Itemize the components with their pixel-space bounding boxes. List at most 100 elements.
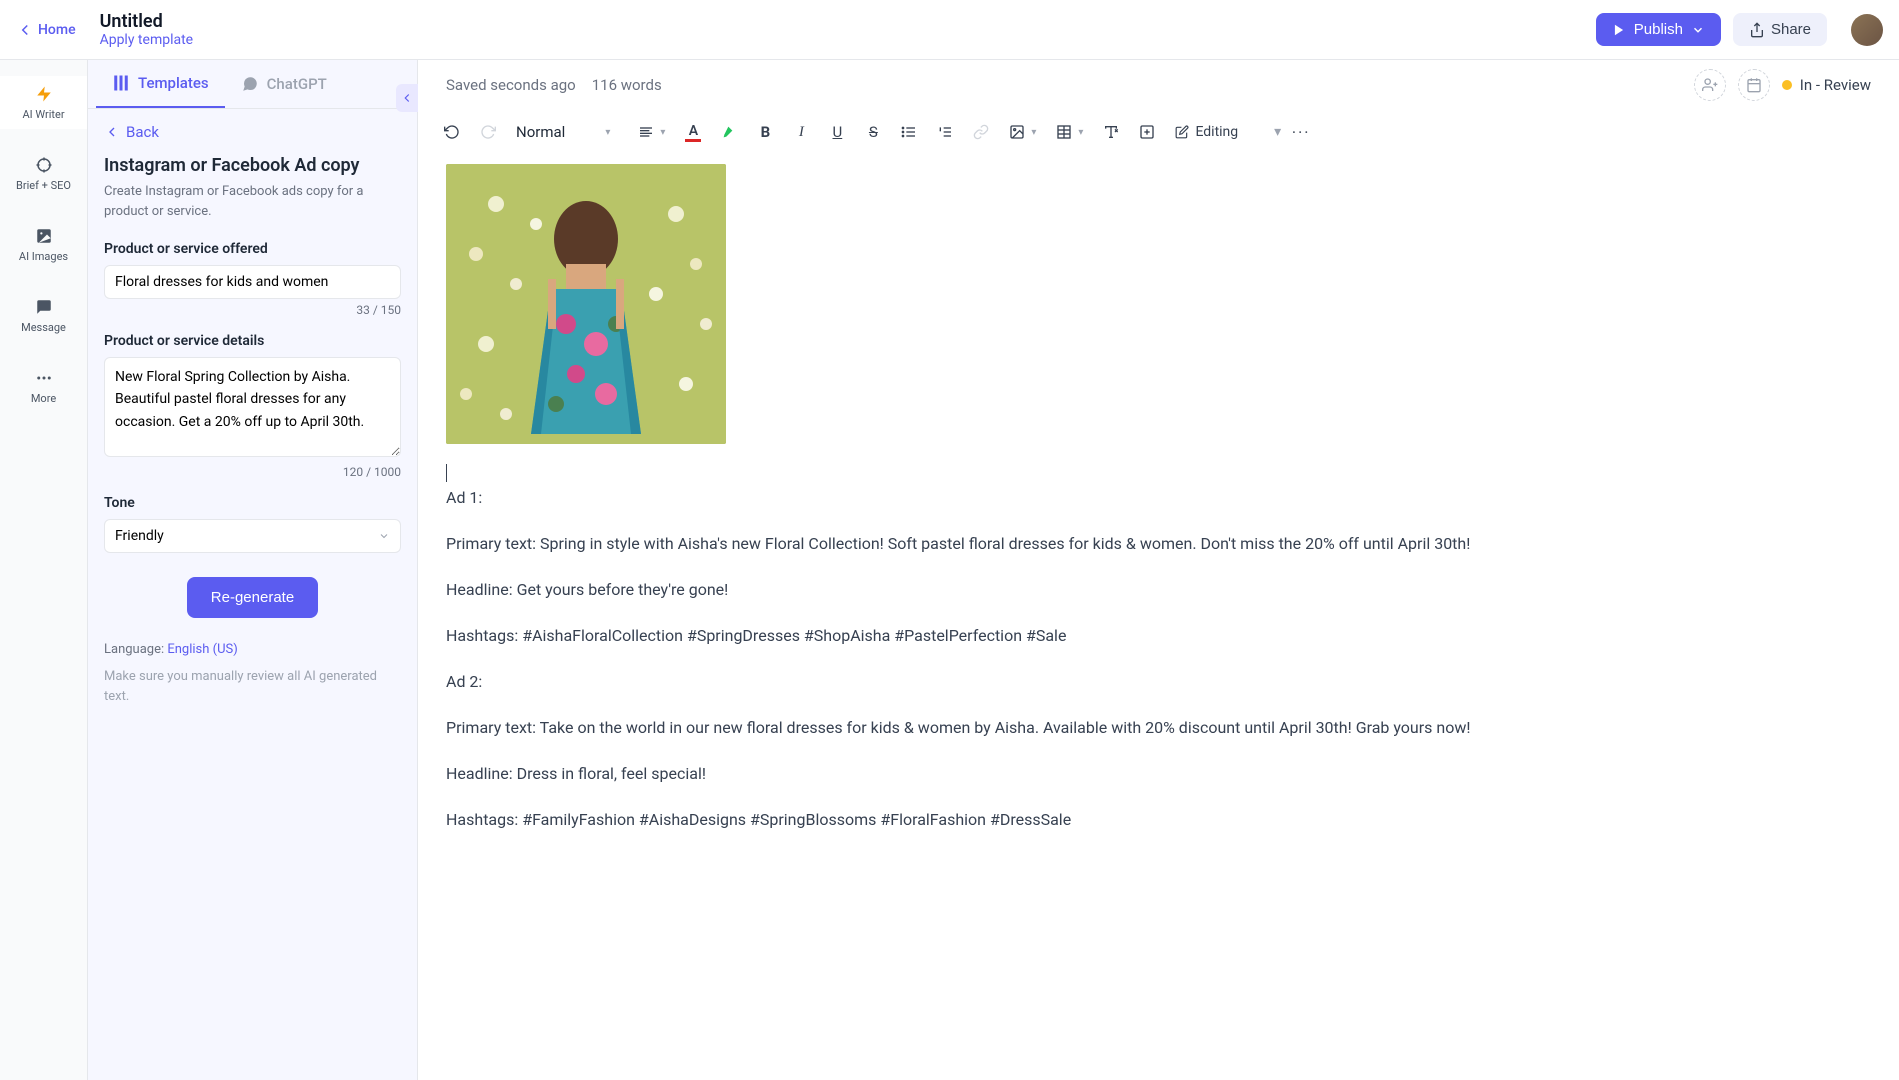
topbar: Home Untitled Apply template Publish Sha…	[0, 0, 1899, 60]
undo-icon	[444, 124, 460, 140]
status-dot	[1782, 80, 1792, 90]
topbar-actions: Publish Share	[1596, 13, 1883, 46]
language-link[interactable]: English (US)	[167, 642, 237, 657]
chevron-down-icon: ▾	[605, 127, 610, 138]
editing-label: Editing	[1195, 124, 1238, 140]
calendar-icon	[1746, 77, 1762, 93]
target-icon	[34, 155, 54, 175]
chevron-left-icon	[400, 91, 414, 105]
doc-paragraph: Ad 1:	[446, 486, 1871, 510]
chevron-down-icon: ▾	[1274, 124, 1281, 140]
editor-header-right: In - Review	[1694, 69, 1871, 101]
field2-label: Product or service details	[104, 333, 401, 349]
add-user-button[interactable]	[1694, 69, 1726, 101]
align-button[interactable]	[630, 116, 662, 148]
chevron-down-icon: ▾	[1031, 127, 1036, 138]
more-toolbar-button[interactable]: ···	[1285, 116, 1317, 148]
nav-ai-images[interactable]: AI Images	[0, 218, 87, 271]
language-prefix: Language:	[104, 642, 167, 657]
avatar[interactable]	[1851, 14, 1883, 46]
insert-button[interactable]	[1131, 116, 1163, 148]
underline-icon: U	[833, 123, 843, 141]
editor-toolbar: Normal ▾ ▾ A B I U S ▾ ▾ Editing ▾	[418, 110, 1899, 154]
document-image[interactable]	[446, 164, 726, 444]
chevron-left-icon	[16, 21, 34, 39]
redo-button[interactable]	[472, 116, 504, 148]
nav-label: Brief + SEO	[16, 179, 71, 192]
underline-button[interactable]: U	[821, 116, 853, 148]
link-button[interactable]	[965, 116, 997, 148]
numbered-list-button[interactable]	[929, 116, 961, 148]
message-icon	[34, 297, 54, 317]
strike-button[interactable]: S	[857, 116, 889, 148]
collapse-panel-button[interactable]	[396, 84, 418, 112]
numbered-list-icon	[937, 124, 953, 140]
home-label: Home	[38, 22, 76, 38]
doc-paragraph: Headline: Dress in floral, feel special!	[446, 762, 1871, 786]
editing-mode-select[interactable]: Editing ▾	[1175, 124, 1281, 140]
product-details-textarea[interactable]: New Floral Spring Collection by Aisha. B…	[104, 357, 401, 457]
nav-label: More	[31, 392, 56, 405]
share-button[interactable]: Share	[1733, 13, 1827, 46]
nav-more[interactable]: More	[0, 360, 87, 413]
undo-button[interactable]	[436, 116, 468, 148]
calendar-button[interactable]	[1738, 69, 1770, 101]
italic-button[interactable]: I	[785, 116, 817, 148]
nav-label: AI Images	[19, 250, 68, 263]
chat-icon	[241, 75, 259, 93]
highlight-button[interactable]	[713, 116, 745, 148]
more-icon: ···	[1292, 123, 1311, 142]
product-offered-input[interactable]	[104, 265, 401, 299]
template-title: Instagram or Facebook Ad copy	[104, 155, 401, 176]
insert-icon	[1139, 124, 1155, 140]
tab-templates[interactable]: Templates	[96, 60, 225, 108]
home-link[interactable]: Home	[16, 21, 76, 39]
bold-button[interactable]: B	[749, 116, 781, 148]
doc-paragraph: Headline: Get yours before they're gone!	[446, 578, 1871, 602]
left-nav: AI Writer Brief + SEO AI Images Message …	[0, 60, 88, 1080]
nav-brief-seo[interactable]: Brief + SEO	[0, 147, 87, 200]
chevron-down-icon: ▾	[1078, 127, 1083, 138]
doc-title[interactable]: Untitled	[100, 11, 1596, 32]
regenerate-button[interactable]: Re-generate	[187, 577, 318, 618]
image-icon	[34, 226, 54, 246]
editor-area: Saved seconds ago 116 words In - Review	[418, 60, 1899, 1080]
document-body[interactable]: Ad 1: Primary text: Spring in style with…	[418, 154, 1899, 1080]
align-left-icon	[638, 124, 654, 140]
image-button[interactable]	[1001, 116, 1033, 148]
clear-format-icon	[1103, 124, 1119, 140]
tab-chatgpt[interactable]: ChatGPT	[225, 60, 343, 108]
clear-format-button[interactable]	[1095, 116, 1127, 148]
field-product-offered: Product or service offered	[104, 241, 401, 299]
tone-select[interactable]: Friendly	[104, 519, 401, 553]
publish-button[interactable]: Publish	[1596, 13, 1721, 46]
text-color-button[interactable]: A	[677, 116, 709, 148]
status-pill[interactable]: In - Review	[1782, 76, 1871, 94]
chevron-down-icon: ▾	[660, 127, 665, 138]
text-color-icon: A	[689, 123, 698, 139]
bullet-list-button[interactable]	[893, 116, 925, 148]
nav-ai-writer[interactable]: AI Writer	[0, 76, 87, 129]
share-label: Share	[1771, 21, 1811, 38]
more-icon	[34, 368, 54, 388]
tab-label: ChatGPT	[267, 75, 327, 93]
user-plus-icon	[1702, 77, 1718, 93]
nav-message[interactable]: Message	[0, 289, 87, 342]
bold-icon: B	[761, 123, 771, 141]
format-select-wrapper[interactable]: Normal ▾	[516, 123, 618, 141]
field-tone: Tone Friendly	[104, 495, 401, 553]
publish-label: Publish	[1634, 21, 1683, 38]
table-button[interactable]	[1048, 116, 1080, 148]
back-link[interactable]: Back	[104, 123, 401, 141]
pencil-icon	[1175, 125, 1189, 139]
apply-template-link[interactable]: Apply template	[100, 32, 1596, 48]
editor-header: Saved seconds ago 116 words In - Review	[418, 60, 1899, 110]
text-cursor	[446, 464, 447, 482]
tab-label: Templates	[138, 74, 209, 92]
format-label: Normal	[516, 123, 565, 141]
templates-icon	[112, 74, 130, 92]
strike-icon: S	[869, 123, 878, 141]
word-count: 116 words	[592, 76, 662, 94]
field2-count: 120 / 1000	[104, 465, 401, 479]
title-block: Untitled Apply template	[100, 11, 1596, 48]
